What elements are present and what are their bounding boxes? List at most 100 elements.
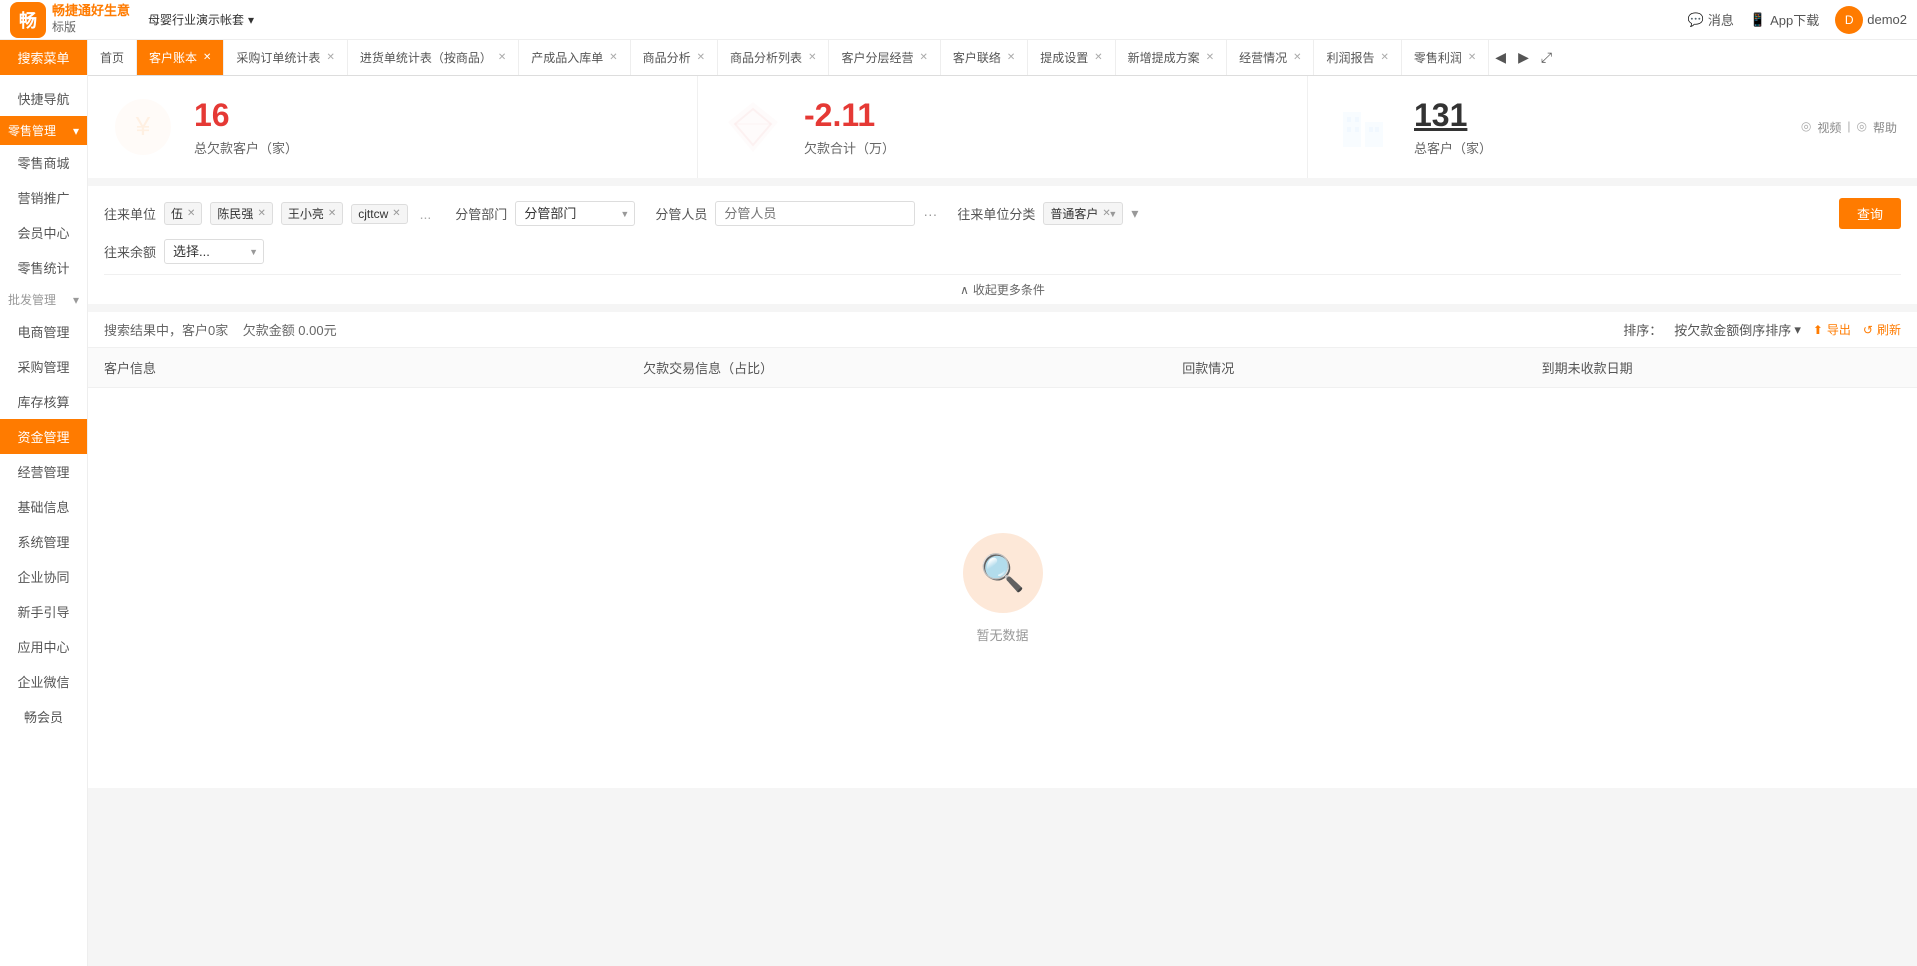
tab-product-analysis[interactable]: 商品分析 ✕	[631, 40, 718, 76]
unit-type-label: 往来单位分类	[957, 204, 1035, 223]
collapse-button[interactable]: ∧ 收起更多条件	[104, 274, 1901, 304]
tab-expand-button[interactable]: ⤢	[1535, 40, 1558, 76]
tab-profit-report[interactable]: 利润报告 ✕	[1314, 40, 1401, 76]
person-filter-label: 分管人员	[655, 204, 707, 223]
tab-commission-setting[interactable]: 提成设置 ✕	[1028, 40, 1115, 76]
tab-close-icon[interactable]: ✕	[326, 52, 334, 63]
stat-card-links: ◎ 视频 | ◎ 帮助	[1801, 119, 1897, 136]
sidebar-item-enterprise-wechat[interactable]: 企业微信	[0, 664, 87, 699]
tag-close-icon[interactable]: ✕	[257, 208, 265, 219]
tab-inbound-stats[interactable]: 进货单统计表（按商品） ✕	[348, 40, 519, 76]
tab-close-icon[interactable]: ✕	[808, 52, 816, 63]
sidebar-item-inventory[interactable]: 库存核算	[0, 384, 87, 419]
sidebar-quick-nav[interactable]: 快捷导航	[0, 81, 87, 116]
sidebar-item-basic-info[interactable]: 基础信息	[0, 489, 87, 524]
tag-close-icon[interactable]: ✕	[187, 208, 195, 219]
tab-customer-layer[interactable]: 客户分层经营 ✕	[829, 40, 940, 76]
more-tags-button[interactable]: ...	[416, 204, 436, 224]
tab-operations[interactable]: 经营情况 ✕	[1227, 40, 1314, 76]
unit-type-dropdown[interactable]: ▾	[1131, 205, 1138, 222]
sidebar-item-wholesale[interactable]: 批发管理 ▾	[0, 285, 87, 314]
stat-total-customers: 131 总客户（家） ◎ 视频 | ◎ 帮助	[1308, 76, 1917, 178]
tab-close-icon[interactable]: ✕	[609, 52, 617, 63]
tab-close-icon[interactable]: ✕	[1468, 52, 1476, 63]
tab-close-icon[interactable]: ✕	[1094, 52, 1102, 63]
filter-tag-chen[interactable]: 陈民强 ✕	[210, 202, 272, 225]
sidebar-search[interactable]: 搜索菜单	[0, 40, 87, 75]
sidebar-item-ecommerce[interactable]: 电商管理	[0, 314, 87, 349]
tab-customer-ledger[interactable]: 客户账本 ✕	[137, 40, 224, 76]
balance-filter-label: 往来余额	[104, 242, 156, 261]
main-content: 首页 客户账本 ✕ 采购订单统计表 ✕ 进货单统计表（按商品） ✕ 产成品入库单…	[88, 40, 1917, 966]
person-filter-input[interactable]	[715, 201, 915, 226]
search-button[interactable]: 查询	[1839, 198, 1901, 229]
table-body: 🔍 暂无数据	[88, 388, 1917, 788]
tab-home[interactable]: 首页	[88, 40, 137, 76]
sort-selector[interactable]: 按欠款金额倒序排序 ▾	[1674, 320, 1801, 339]
tab-close-icon[interactable]: ✕	[1007, 52, 1015, 63]
tag-close-icon[interactable]: ✕	[392, 208, 400, 219]
tab-production-inbound[interactable]: 产成品入库单 ✕	[519, 40, 630, 76]
chevron-down-icon: ▾	[248, 13, 254, 27]
person-more-button[interactable]: ···	[923, 206, 937, 222]
sidebar-item-app-center[interactable]: 应用中心	[0, 629, 87, 664]
sidebar-item-purchase[interactable]: 采购管理	[0, 349, 87, 384]
tab-close-icon[interactable]: ✕	[1293, 52, 1301, 63]
sidebar-item-new-guide[interactable]: 新手引导	[0, 594, 87, 629]
data-table: 客户信息 欠款交易信息（占比） 回款情况 到期未收款日期 🔍 暂无数据	[88, 348, 1917, 788]
chevron-icon: ▾	[73, 124, 79, 138]
tab-retail-profit[interactable]: 零售利润 ✕	[1402, 40, 1489, 76]
col-collection: 回款情况	[1182, 358, 1541, 377]
sidebar-item-retail-mgmt[interactable]: 零售管理 ▾	[0, 116, 87, 145]
filter-line-1: 往来单位 伍 ✕ 陈民强 ✕ 王小亮 ✕ cjttcw	[104, 198, 1901, 229]
tab-purchase-stats[interactable]: 采购订单统计表 ✕	[224, 40, 347, 76]
tab-close-icon[interactable]: ✕	[498, 52, 506, 63]
tab-close-icon[interactable]: ✕	[919, 52, 927, 63]
sidebar-item-marketing[interactable]: 营销推广	[0, 180, 87, 215]
tab-customer-contact[interactable]: 客户联络 ✕	[941, 40, 1028, 76]
page-content: ¥ 16 总欠款客户（家）	[88, 76, 1917, 966]
account-selector[interactable]: 母婴行业演示帐套 ▾	[148, 11, 254, 28]
tab-bar: 首页 客户账本 ✕ 采购订单统计表 ✕ 进货单统计表（按商品） ✕ 产成品入库单…	[88, 40, 1917, 76]
tab-prev-button[interactable]: ◀	[1489, 40, 1512, 76]
message-button[interactable]: 💬 消息	[1688, 10, 1734, 29]
svg-text:¥: ¥	[135, 111, 151, 141]
sidebar-item-chang-member[interactable]: 畅会员	[0, 699, 87, 734]
filter-tag-cjttcw[interactable]: cjttcw ✕	[351, 204, 407, 224]
filter-tag-wu[interactable]: 伍 ✕	[164, 202, 202, 225]
tag-close-icon[interactable]: ✕	[328, 208, 336, 219]
refresh-button[interactable]: ↺ 刷新	[1863, 321, 1901, 338]
sidebar-item-operations[interactable]: 经营管理	[0, 454, 87, 489]
app-download-button[interactable]: 📱 App下载	[1750, 10, 1819, 29]
tab-close-icon[interactable]: ✕	[203, 52, 211, 63]
tag-close-icon[interactable]: ✕	[1102, 208, 1110, 219]
sidebar-item-enterprise-collab[interactable]: 企业协同	[0, 559, 87, 594]
sidebar-item-system[interactable]: 系统管理	[0, 524, 87, 559]
balance-select[interactable]: 选择...	[164, 239, 264, 264]
sidebar-item-finance[interactable]: 资金管理	[0, 419, 87, 454]
mobile-icon: 📱	[1750, 12, 1766, 28]
stat-label-1: 总欠款客户（家）	[194, 138, 298, 157]
filter-tag-common-customer[interactable]: 普通客户 ✕	[1043, 202, 1123, 225]
col-debt-info: 欠款交易信息（占比）	[643, 358, 1182, 377]
col-customer-info: 客户信息	[104, 358, 643, 377]
stat-label-2: 欠款合计（万）	[804, 138, 895, 157]
chevron-icon: ▾	[73, 293, 79, 307]
tab-add-commission-plan[interactable]: 新增提成方案 ✕	[1116, 40, 1227, 76]
tab-product-analysis-list[interactable]: 商品分析列表 ✕	[718, 40, 829, 76]
sidebar-item-retail-mall[interactable]: 零售商城	[0, 145, 87, 180]
sidebar-item-retail-stats[interactable]: 零售统计	[0, 250, 87, 285]
sidebar-item-member[interactable]: 会员中心	[0, 215, 87, 250]
video-link[interactable]: 视频	[1817, 119, 1841, 136]
tab-close-icon[interactable]: ✕	[1381, 52, 1389, 63]
tab-close-icon[interactable]: ✕	[1206, 52, 1214, 63]
result-bar-right: 排序： 按欠款金额倒序排序 ▾ ⬆ 导出 ↺ 刷新	[1623, 320, 1901, 339]
dept-select[interactable]: 分管部门	[515, 201, 635, 226]
user-avatar-button[interactable]: D demo2	[1835, 6, 1907, 34]
balance-select-wrap: 选择...	[164, 239, 264, 264]
export-button[interactable]: ⬆ 导出	[1813, 321, 1851, 338]
tab-close-icon[interactable]: ✕	[697, 52, 705, 63]
tab-next-button[interactable]: ▶	[1512, 40, 1535, 76]
filter-tag-wang[interactable]: 王小亮 ✕	[281, 202, 343, 225]
help-link[interactable]: 帮助	[1873, 119, 1897, 136]
